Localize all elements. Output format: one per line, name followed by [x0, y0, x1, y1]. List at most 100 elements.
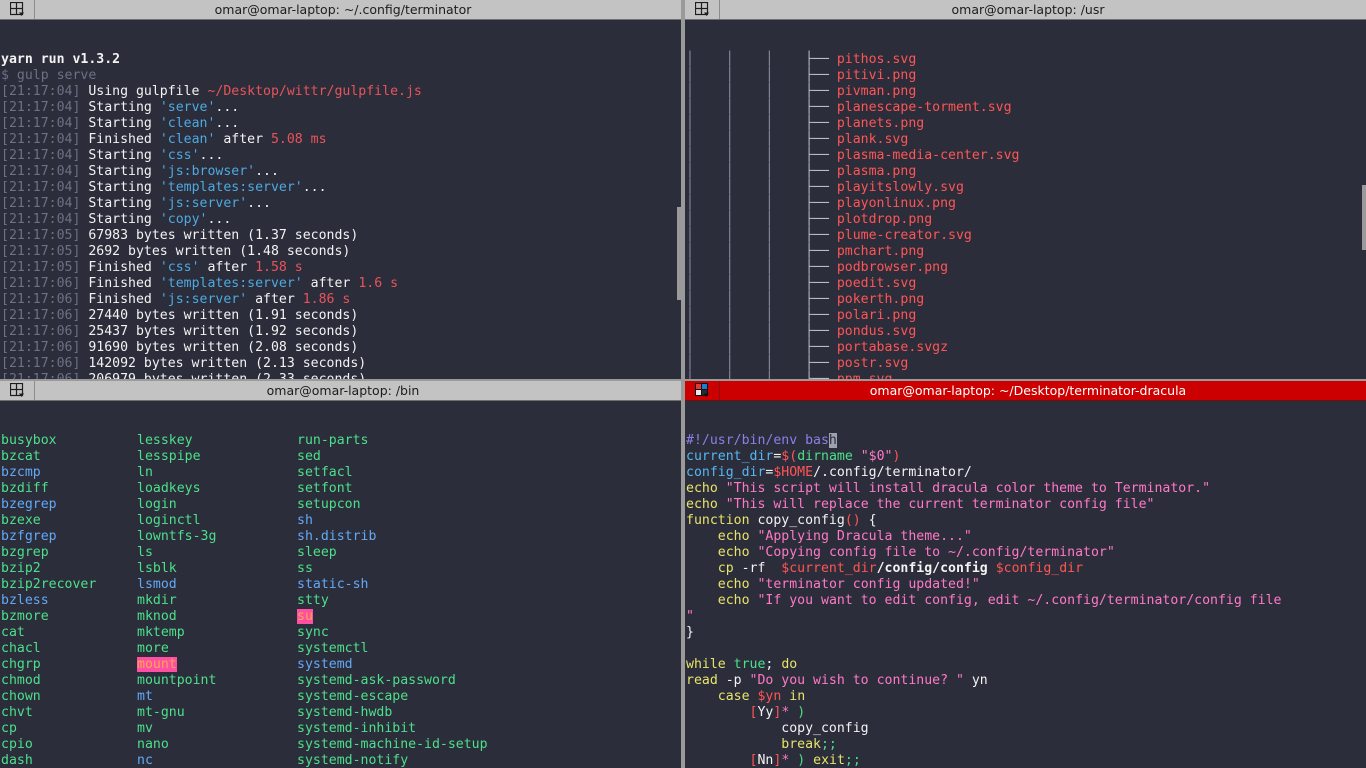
ls-entry-name: bzip2 [1, 561, 41, 576]
ls-entry-row: bzcmp [1, 465, 96, 481]
ls-entry-name: bzcat [1, 449, 41, 464]
tree-branch-connector: ├── [805, 212, 837, 227]
ls-entry-row: sh [297, 513, 488, 529]
ls-entry-row: loginctl [137, 513, 216, 529]
ls-entry-name: mount [137, 657, 177, 672]
ls-entry-name: setfont [297, 481, 353, 496]
ls-entry-name: sh [297, 513, 313, 528]
pane-top-left[interactable]: omar@omar-laptop: ~/.config/terminator y… [0, 0, 681, 379]
tree-file-name: plotdrop.png [836, 212, 933, 227]
tree-file-row: │ │ │ ├── planescape-torment.svg [686, 100, 1366, 116]
tree-file-row: │ │ │ ├── plasma.png [686, 164, 1366, 180]
tree-file-row: │ │ │ ├── portabase.svgz [686, 340, 1366, 356]
ls-entry-name: setfacl [297, 465, 353, 480]
scrollbar-top-right[interactable] [1362, 20, 1366, 379]
ls-entry-name: dash [1, 753, 33, 768]
tree-file-name: pitivi.png [836, 68, 917, 83]
ls-entry-row: chmod [1, 673, 96, 689]
tree-file-name: pivman.png [836, 84, 917, 99]
ls-entry-name: sed [297, 449, 321, 464]
vim-line: echo "Applying Dracula theme..." [717, 529, 972, 544]
terminal-line: [21:17:06] 25437 bytes written (1.92 sec… [1, 324, 359, 339]
tree-branch-connector: ├── [805, 84, 837, 99]
pane-titlebar-bottom-right[interactable]: omar@omar-laptop: ~/Desktop/terminator-d… [685, 381, 1366, 401]
terminal-line: [21:17:05] 67983 bytes written (1.37 sec… [1, 228, 359, 243]
tree-file-row: │ │ │ ├── poedit.svg [686, 276, 1366, 292]
ls-entry-row: lsmod [137, 577, 216, 593]
pane-titlebar-bottom-left[interactable]: omar@omar-laptop: /bin [0, 381, 681, 401]
tree-file-name: playitslowly.svg [836, 180, 964, 195]
ls-entry-row: chacl [1, 641, 96, 657]
tree-branch-connector: ├── [805, 244, 837, 259]
tree-file-name: plank.svg [836, 132, 909, 147]
tree-file-row: │ │ │ ├── plank.svg [686, 132, 1366, 148]
tree-branch-connector: ├── [805, 116, 837, 131]
tree-file-row: │ │ │ ├── pokerth.png [686, 292, 1366, 308]
ls-entry-name: lsmod [137, 577, 177, 592]
terminal-split-icon[interactable] [685, 0, 720, 19]
ls-entry-row: bzip2 [1, 561, 96, 577]
terminal-line: [21:17:05] Finished 'css' after 1.58 s [1, 260, 303, 275]
ls-entry-name: systemd [297, 657, 353, 672]
tree-file-name: postr.svg [836, 356, 909, 371]
terminal-output-tree[interactable]: │ │ │ ├── pithos.svg │ │ │ ├── pitivi.png… [685, 20, 1366, 379]
ls-entry-row: lesspipe [137, 449, 216, 465]
ls-entry-name: more [137, 641, 169, 656]
scrollbar-top-left[interactable] [677, 20, 681, 379]
ls-entry-row: sh.distrib [297, 529, 488, 545]
ls-entry-row: cat [1, 625, 96, 641]
ls-entry-name: mktemp [137, 625, 185, 640]
tree-indent-bars: │ │ │ [686, 148, 806, 163]
terminal-output-ls-bin[interactable]: busybox bzcat bzcmp bzdiff bzegrep bzexe bzfgr… [0, 401, 681, 768]
pane-top-right[interactable]: omar@omar-laptop: /usr │ │ │ ├── pithos.… [685, 0, 1366, 379]
ls-entry-name: mt [137, 689, 153, 704]
vim-line: echo "terminator config updated!" [717, 577, 980, 592]
vim-line: copy_config [686, 721, 869, 736]
ls-entry-name: chgrp [1, 657, 41, 672]
terminal-line: [21:17:04] Starting 'js:browser'... [1, 164, 279, 179]
ls-entry-name: busybox [1, 433, 57, 448]
ls-entry-name: systemd-ask-password [297, 673, 456, 688]
ls-entry-row: dash [1, 753, 96, 768]
ls-entry-row: mt [137, 689, 216, 705]
terminal-split-icon[interactable] [0, 0, 35, 19]
pane-title-text: omar@omar-laptop: ~/Desktop/terminator-d… [869, 383, 1187, 398]
pane-titlebar-top-left[interactable]: omar@omar-laptop: ~/.config/terminator [0, 0, 681, 20]
ls-entry-row: bzfgrep [1, 529, 96, 545]
tree-file-name: podbrowser.png [836, 260, 949, 275]
tree-file-row: │ │ │ ├── plume-creator.svg [686, 228, 1366, 244]
ls-entry-name: ln [137, 465, 153, 480]
ls-entry-row: sed [297, 449, 488, 465]
ls-entry-name: bzip2recover [1, 577, 97, 592]
tree-indent-bars: │ │ │ [686, 324, 806, 339]
pane-bottom-left[interactable]: omar@omar-laptop: /bin busybox bzcat bzcmp… [0, 381, 681, 768]
terminal-line: [21:17:04] Starting 'js:server'... [1, 196, 271, 211]
ls-entry-name: run-parts [297, 433, 369, 448]
tree-file-name: pithos.svg [836, 52, 917, 67]
terminal-split-icon[interactable] [0, 381, 35, 400]
ls-entry-name: cpio [1, 737, 33, 752]
tree-indent-bars: │ │ │ [686, 100, 806, 115]
terminal-output-gulp[interactable]: yarn run v1.3.2 $ gulp serve [21:17:04] Us… [0, 20, 681, 379]
ls-entry-name: mv [137, 721, 153, 736]
ls-entry-name: su [297, 609, 313, 624]
tree-indent-bars: │ │ │ [686, 292, 806, 307]
ls-entry-row: more [137, 641, 216, 657]
terminal-line: [21:17:04] Starting 'copy'... [1, 212, 232, 227]
ls-entry-name: lesspipe [137, 449, 201, 464]
vim-line: break;; [781, 737, 837, 752]
pane-titlebar-top-right[interactable]: omar@omar-laptop: /usr [685, 0, 1366, 20]
vim-editor-buffer[interactable]: #!/usr/bin/env bash current_dir=$(dirname… [685, 401, 1366, 768]
ls-entry-row: mt-gnu [137, 705, 216, 721]
ls-entry-name: chvt [1, 705, 33, 720]
tree-file-name: ppm.svg [837, 372, 893, 379]
ls-entry-name: nano [137, 737, 169, 752]
tree-indent-bars: │ │ │ [686, 84, 806, 99]
ls-entry-name: lowntfs-3g [137, 529, 217, 544]
pane-bottom-right[interactable]: omar@omar-laptop: ~/Desktop/terminator-d… [685, 381, 1366, 768]
tree-indent-bars: │ │ │ [686, 164, 806, 179]
ls-column: run-parts sed setfacl setfont setupcon sh sh.d… [297, 433, 488, 768]
terminal-split-icon-active[interactable] [685, 381, 720, 400]
tree-file-name: planets.png [836, 116, 925, 131]
ls-entry-name: sync [297, 625, 329, 640]
